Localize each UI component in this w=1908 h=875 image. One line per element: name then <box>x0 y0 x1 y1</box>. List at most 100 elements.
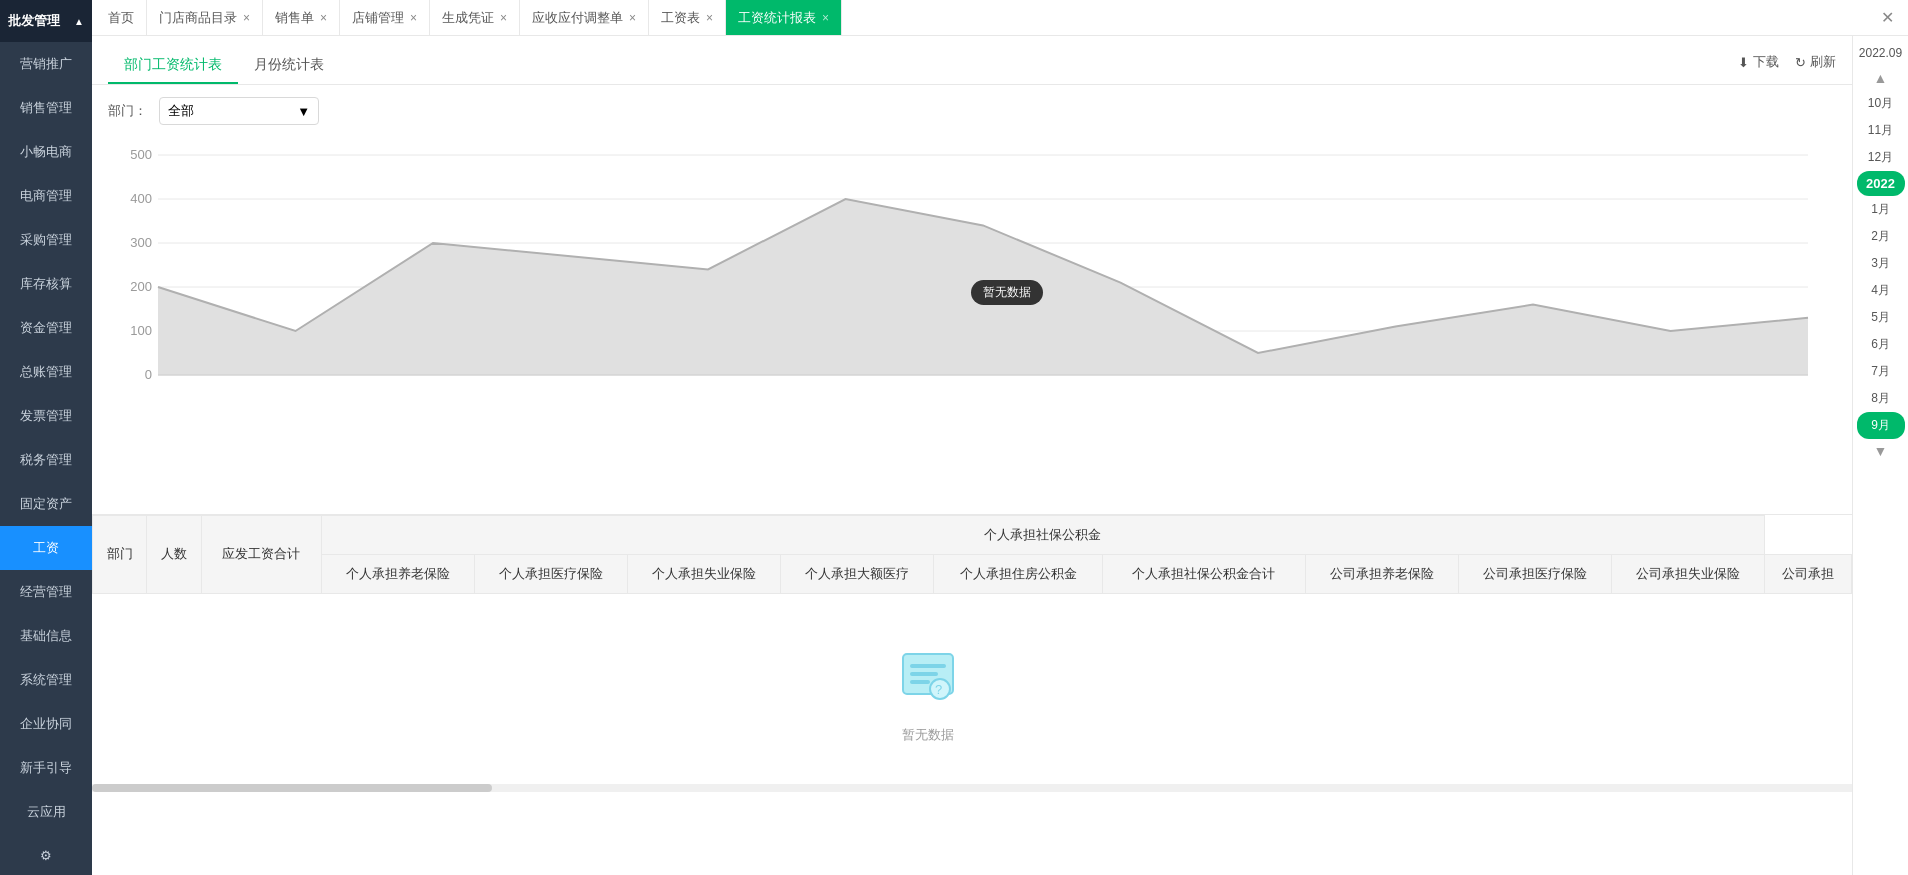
sub-tabs-left: 部门工资统计表 月份统计表 <box>108 48 340 84</box>
tab-product-catalog[interactable]: 门店商品目录 × <box>147 0 263 35</box>
svg-text:500: 500 <box>130 147 152 162</box>
col-个人承担医疗保险: 个人承担医疗保险 <box>474 554 627 593</box>
table-scrollbar-track[interactable] <box>92 784 1852 792</box>
table-scrollbar-thumb[interactable] <box>92 784 492 792</box>
col-个人承担住房公积金: 个人承担住房公积金 <box>933 554 1102 593</box>
sidebar-arrow-icon: ▲ <box>74 16 84 27</box>
refresh-icon: ↻ <box>1795 55 1806 70</box>
month-item-9[interactable]: 9月 <box>1857 412 1905 439</box>
month-nav-up-icon[interactable]: ▲ <box>1870 66 1892 90</box>
tab-payroll-table[interactable]: 工资表 × <box>649 0 726 35</box>
svg-text:300: 300 <box>130 235 152 250</box>
col-公司承担养老保险: 公司承担养老保险 <box>1305 554 1458 593</box>
tab-payroll-stats[interactable]: 工资统计报表 × <box>726 0 842 35</box>
sidebar-item-finance[interactable]: 资金管理 <box>0 306 92 350</box>
tab-sales-order[interactable]: 销售单× <box>263 0 340 35</box>
month-list: 10月11月12月20221月2月3月4月5月6月7月8月9月 <box>1857 90 1905 439</box>
month-item-1[interactable]: 1月 <box>1857 196 1905 223</box>
col-dept: 部门 <box>93 515 147 593</box>
sidebar-item-cloud[interactable]: 云应用 <box>0 790 92 834</box>
col-公司承担失业保险: 公司承担失业保险 <box>1611 554 1764 593</box>
empty-row: ? 暂无数据 <box>93 593 1852 784</box>
salary-table: 部门 人数 应发工资合计 个人承担社保公积金 个人承担养老保险个人承担医疗保险个… <box>92 515 1852 784</box>
sidebar-title: 批发管理 <box>8 12 60 30</box>
sidebar-item-assets[interactable]: 固定资产 <box>0 482 92 526</box>
sidebar-nav: 营销推广销售管理小畅电商电商管理采购管理库存核算资金管理总账管理发票管理税务管理… <box>0 42 92 834</box>
tab-close-production-cert[interactable]: × <box>500 11 507 25</box>
tab-ar-adjust[interactable]: 应收应付调整单× <box>520 0 649 35</box>
col-个人承担养老保险: 个人承担养老保险 <box>321 554 474 593</box>
tab-close-ar-adjust[interactable]: × <box>629 11 636 25</box>
sidebar-item-purchase[interactable]: 采购管理 <box>0 218 92 262</box>
sidebar-item-tax[interactable]: 税务管理 <box>0 438 92 482</box>
svg-text:400: 400 <box>130 191 152 206</box>
chart-tooltip: 暂无数据 <box>971 280 1043 305</box>
month-item-2[interactable]: 2月 <box>1857 223 1905 250</box>
tab-home[interactable]: 首页 <box>96 0 147 35</box>
tab-close-sales-order[interactable]: × <box>320 11 327 25</box>
col-个人承担社保公积金合计: 个人承担社保公积金合计 <box>1103 554 1305 593</box>
sidebar-item-enterprise[interactable]: 企业协同 <box>0 702 92 746</box>
tabs-container: 首页门店商品目录×销售单×店铺管理×生成凭证×应收应付调整单×工资表×工资统计报… <box>96 0 842 35</box>
sidebar-item-ecommerce[interactable]: 电商管理 <box>0 174 92 218</box>
tab-dept-stats[interactable]: 部门工资统计表 <box>108 48 238 84</box>
month-item-year-2022[interactable]: 2022 <box>1857 171 1905 196</box>
tab-label-payroll-table: 工资表 <box>661 9 700 27</box>
right-panel: 2022.09 ▲ 10月11月12月20221月2月3月4月5月6月7月8月9… <box>1852 36 1908 875</box>
tab-close-store-mgmt[interactable]: × <box>410 11 417 25</box>
close-all-tabs-button[interactable]: ✕ <box>1871 8 1904 27</box>
sidebar-item-system[interactable]: 系统管理 <box>0 658 92 702</box>
tab-close-payroll-table[interactable]: × <box>706 11 713 25</box>
month-item-12[interactable]: 12月 <box>1857 144 1905 171</box>
dept-filter-label: 部门： <box>108 102 147 120</box>
page-content: 部门工资统计表 月份统计表 ⬇ 下载 ↻ 刷新 部门： <box>92 36 1852 875</box>
month-item-6[interactable]: 6月 <box>1857 331 1905 358</box>
month-item-7[interactable]: 7月 <box>1857 358 1905 385</box>
tab-production-cert[interactable]: 生成凭证× <box>430 0 520 35</box>
salary-chart: 0100200300400500 <box>108 145 1828 405</box>
sub-tabs-bar: 部门工资统计表 月份统计表 ⬇ 下载 ↻ 刷新 <box>92 36 1852 85</box>
col-公司承担医疗保险: 公司承担医疗保险 <box>1458 554 1611 593</box>
month-item-4[interactable]: 4月 <box>1857 277 1905 304</box>
svg-text:?: ? <box>935 682 942 697</box>
svg-text:200: 200 <box>130 279 152 294</box>
month-item-11[interactable]: 11月 <box>1857 117 1905 144</box>
month-item-8[interactable]: 8月 <box>1857 385 1905 412</box>
refresh-button[interactable]: ↻ 刷新 <box>1795 53 1836 71</box>
sidebar-item-inventory[interactable]: 库存核算 <box>0 262 92 306</box>
month-nav-down-icon[interactable]: ▼ <box>1870 439 1892 463</box>
data-table-section[interactable]: 部门 人数 应发工资合计 个人承担社保公积金 个人承担养老保险个人承担医疗保险个… <box>92 514 1852 876</box>
dept-filter-value: 全部 <box>168 102 194 120</box>
sidebar-item-marketing[interactable]: 营销推广 <box>0 42 92 86</box>
tab-close-product-catalog[interactable]: × <box>243 11 250 25</box>
tab-monthly-stats[interactable]: 月份统计表 <box>238 48 340 84</box>
content-area: 部门工资统计表 月份统计表 ⬇ 下载 ↻ 刷新 部门： <box>92 36 1908 875</box>
tab-label-payroll-stats: 工资统计报表 <box>738 9 816 27</box>
svg-rect-14 <box>910 664 946 668</box>
month-item-10[interactable]: 10月 <box>1857 90 1905 117</box>
sidebar-item-operations[interactable]: 经营管理 <box>0 570 92 614</box>
tab-close-payroll-stats[interactable]: × <box>822 11 829 25</box>
sidebar-item-invoice[interactable]: 发票管理 <box>0 394 92 438</box>
col-个人承担失业保险: 个人承担失业保险 <box>627 554 780 593</box>
tab-label-store-mgmt: 店铺管理 <box>352 9 404 27</box>
empty-icon: ? <box>888 634 968 714</box>
settings-button[interactable]: ⚙ <box>0 836 92 875</box>
sidebar-item-payroll[interactable]: 工资 <box>0 526 92 570</box>
download-icon: ⬇ <box>1738 55 1749 70</box>
svg-text:100: 100 <box>130 323 152 338</box>
month-item-3[interactable]: 3月 <box>1857 250 1905 277</box>
svg-rect-16 <box>910 680 930 684</box>
sidebar-item-guide[interactable]: 新手引导 <box>0 746 92 790</box>
dept-filter-select[interactable]: 全部 ▼ <box>159 97 319 125</box>
sidebar-item-ecommerce-small[interactable]: 小畅电商 <box>0 130 92 174</box>
tab-store-mgmt[interactable]: 店铺管理 × <box>340 0 430 35</box>
sidebar-item-ledger[interactable]: 总账管理 <box>0 350 92 394</box>
download-button[interactable]: ⬇ 下载 <box>1738 53 1779 71</box>
sidebar-item-basics[interactable]: 基础信息 <box>0 614 92 658</box>
sidebar-item-sales[interactable]: 销售管理 <box>0 86 92 130</box>
tab-label-product-catalog: 门店商品目录 <box>159 9 237 27</box>
empty-text: 暂无数据 <box>902 726 954 744</box>
sidebar-header[interactable]: 批发管理 ▲ <box>0 0 92 42</box>
month-item-5[interactable]: 5月 <box>1857 304 1905 331</box>
